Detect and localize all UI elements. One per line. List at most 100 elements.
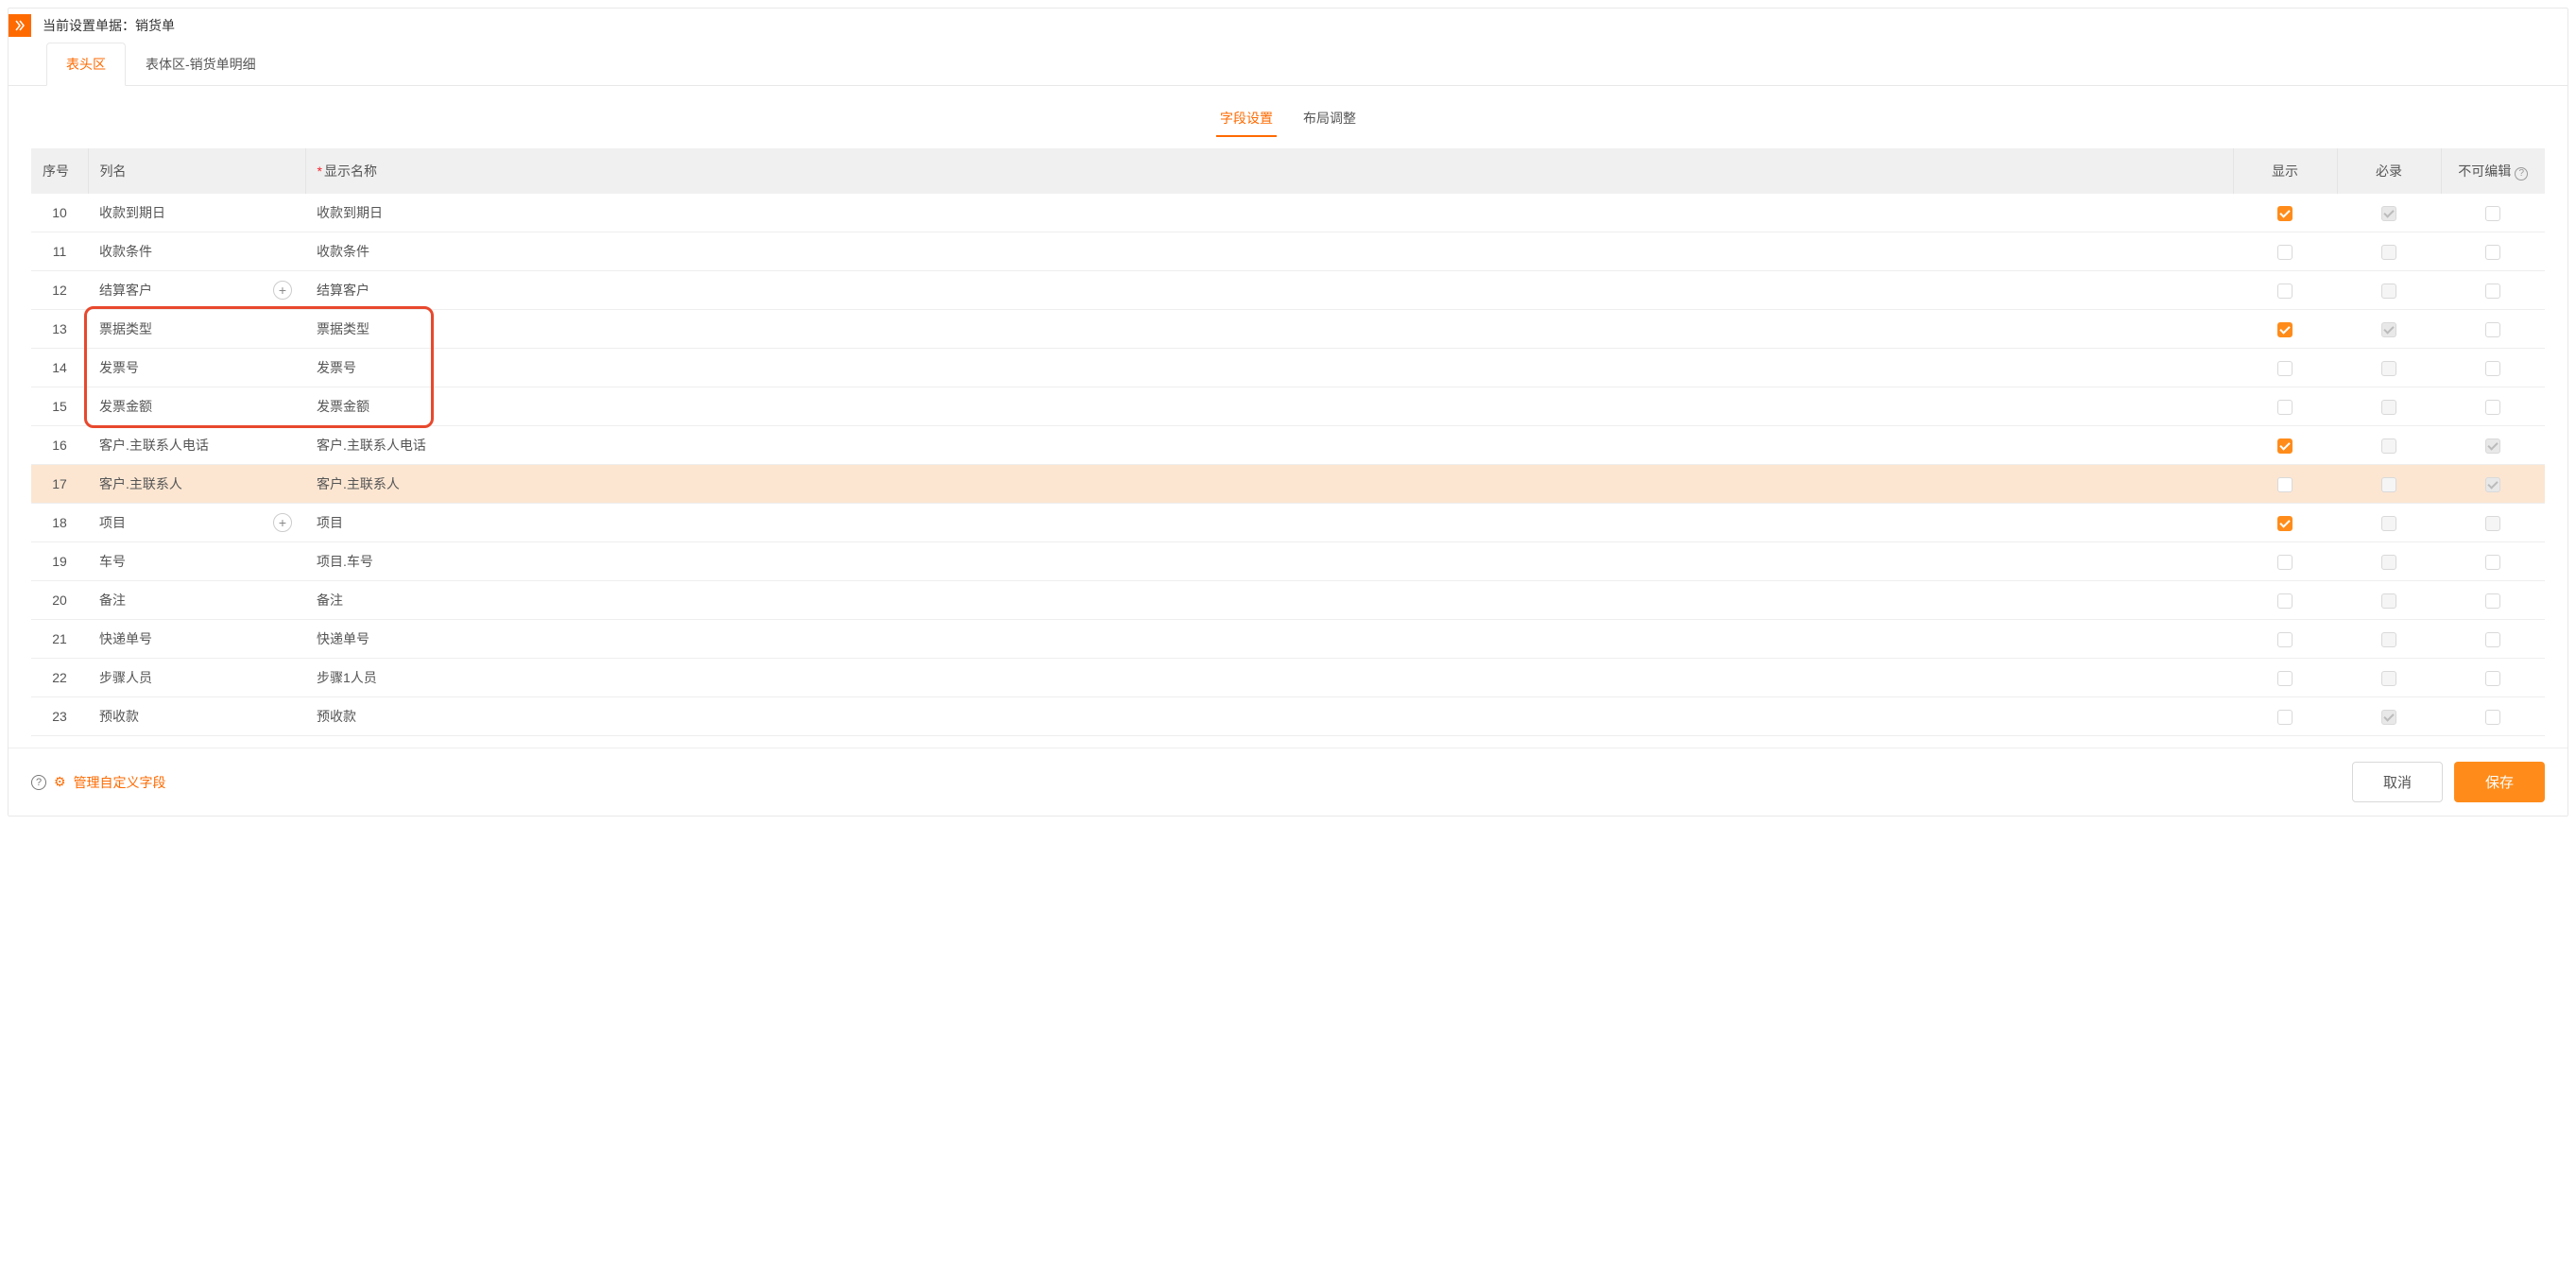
checkbox-show[interactable]	[2277, 361, 2293, 376]
gear-icon: ⚙	[54, 774, 66, 790]
th-show: 显示	[2233, 148, 2337, 194]
tab-header-area[interactable]: 表头区	[46, 43, 126, 86]
checkbox-show[interactable]	[2277, 710, 2293, 725]
table-row[interactable]: 13票据类型票据类型	[31, 310, 2545, 349]
checkbox-show[interactable]	[2277, 400, 2293, 415]
checkbox-readonly[interactable]	[2485, 206, 2500, 221]
checkbox-readonly[interactable]	[2485, 322, 2500, 337]
table-row[interactable]: 21快递单号快递单号	[31, 620, 2545, 659]
table-row[interactable]: 16客户.主联系人电话客户.主联系人电话	[31, 426, 2545, 465]
checkbox-show[interactable]	[2277, 322, 2293, 337]
th-seq: 序号	[31, 148, 88, 194]
checkbox-readonly[interactable]	[2485, 555, 2500, 570]
required-star-icon: *	[318, 163, 322, 179]
cell-displayname[interactable]: 项目.车号	[305, 542, 2233, 581]
cell-seq: 12	[31, 271, 88, 310]
checkbox-show[interactable]	[2277, 477, 2293, 492]
checkbox-readonly[interactable]	[2485, 632, 2500, 647]
sub-tabs: 字段设置 布局调整	[9, 86, 2567, 137]
checkbox-readonly[interactable]	[2485, 284, 2500, 299]
cell-colname: 客户.主联系人电话	[88, 426, 305, 465]
checkbox-readonly[interactable]	[2485, 400, 2500, 415]
manage-custom-fields-link[interactable]: 管理自定义字段	[74, 773, 166, 792]
checkbox-required	[2381, 632, 2396, 647]
checkbox-show[interactable]	[2277, 516, 2293, 531]
tab-body-area[interactable]: 表体区-销货单明细	[126, 43, 276, 86]
cell-seq: 13	[31, 310, 88, 349]
cell-displayname[interactable]: 收款条件	[305, 232, 2233, 271]
save-button[interactable]: 保存	[2454, 762, 2545, 802]
cell-displayname[interactable]: 备注	[305, 581, 2233, 620]
cell-required	[2337, 504, 2441, 542]
cell-required	[2337, 542, 2441, 581]
checkbox-show[interactable]	[2277, 593, 2293, 609]
cell-displayname[interactable]: 步骤1人员	[305, 659, 2233, 697]
checkbox-readonly[interactable]	[2485, 593, 2500, 609]
add-sub-field-button[interactable]: +	[273, 281, 292, 300]
cell-displayname[interactable]: 快递单号	[305, 620, 2233, 659]
cell-readonly	[2441, 465, 2545, 504]
checkbox-show[interactable]	[2277, 206, 2293, 221]
cell-displayname[interactable]: 客户.主联系人电话	[305, 426, 2233, 465]
checkbox-readonly[interactable]	[2485, 671, 2500, 686]
checkbox-show[interactable]	[2277, 245, 2293, 260]
cell-displayname[interactable]: 预收款	[305, 697, 2233, 736]
table-row[interactable]: 14发票号发票号	[31, 349, 2545, 387]
checkbox-readonly[interactable]	[2485, 245, 2500, 260]
table-row[interactable]: 23预收款预收款	[31, 697, 2545, 736]
checkbox-show[interactable]	[2277, 671, 2293, 686]
checkbox-show[interactable]	[2277, 632, 2293, 647]
table-row[interactable]: 17客户.主联系人客户.主联系人	[31, 465, 2545, 504]
th-displayname: *显示名称	[305, 148, 2233, 194]
cancel-button[interactable]: 取消	[2352, 762, 2443, 802]
checkbox-show[interactable]	[2277, 438, 2293, 454]
help-icon[interactable]: ?	[2515, 167, 2528, 180]
cell-displayname[interactable]: 客户.主联系人	[305, 465, 2233, 504]
table-row[interactable]: 22步骤人员步骤1人员	[31, 659, 2545, 697]
add-sub-field-button[interactable]: +	[273, 513, 292, 532]
table-row[interactable]: 19车号项目.车号	[31, 542, 2545, 581]
table-row[interactable]: 20备注备注	[31, 581, 2545, 620]
cell-seq: 14	[31, 349, 88, 387]
checkbox-required	[2381, 516, 2396, 531]
cell-readonly	[2441, 426, 2545, 465]
subtab-field-settings[interactable]: 字段设置	[1216, 101, 1277, 137]
checkbox-readonly[interactable]	[2485, 710, 2500, 725]
table-row[interactable]: 15发票金额发票金额	[31, 387, 2545, 426]
cell-show	[2233, 465, 2337, 504]
checkbox-required	[2381, 400, 2396, 415]
table-row[interactable]: 11收款条件收款条件	[31, 232, 2545, 271]
chevron-right-icon	[13, 19, 26, 32]
subtab-layout-adjust[interactable]: 布局调整	[1299, 101, 1360, 137]
fields-table: 序号 列名 *显示名称 显示 必录 不可编辑? 10收款到期日收款到期日11收款…	[31, 148, 2545, 736]
cell-show	[2233, 504, 2337, 542]
table-row[interactable]: 12结算客户+结算客户	[31, 271, 2545, 310]
checkbox-show[interactable]	[2277, 284, 2293, 299]
checkbox-readonly	[2485, 477, 2500, 492]
cell-show	[2233, 310, 2337, 349]
cell-displayname[interactable]: 发票金额	[305, 387, 2233, 426]
collapse-toggle[interactable]	[9, 14, 31, 37]
table-row[interactable]: 18项目+项目	[31, 504, 2545, 542]
checkbox-readonly	[2485, 516, 2500, 531]
cell-displayname[interactable]: 结算客户	[305, 271, 2233, 310]
checkbox-readonly[interactable]	[2485, 361, 2500, 376]
cell-readonly	[2441, 581, 2545, 620]
cell-displayname[interactable]: 项目	[305, 504, 2233, 542]
cell-colname: 预收款	[88, 697, 305, 736]
cell-displayname[interactable]: 发票号	[305, 349, 2233, 387]
cell-readonly	[2441, 620, 2545, 659]
cell-seq: 19	[31, 542, 88, 581]
cell-colname: 备注	[88, 581, 305, 620]
checkbox-show[interactable]	[2277, 555, 2293, 570]
cell-colname: 票据类型	[88, 310, 305, 349]
table-row[interactable]: 10收款到期日收款到期日	[31, 194, 2545, 232]
cell-displayname[interactable]: 票据类型	[305, 310, 2233, 349]
cell-displayname[interactable]: 收款到期日	[305, 194, 2233, 232]
cell-seq: 10	[31, 194, 88, 232]
cell-show	[2233, 697, 2337, 736]
help-circle-icon[interactable]: ?	[31, 775, 46, 790]
cell-readonly	[2441, 659, 2545, 697]
cell-show	[2233, 271, 2337, 310]
th-colname: 列名	[88, 148, 305, 194]
